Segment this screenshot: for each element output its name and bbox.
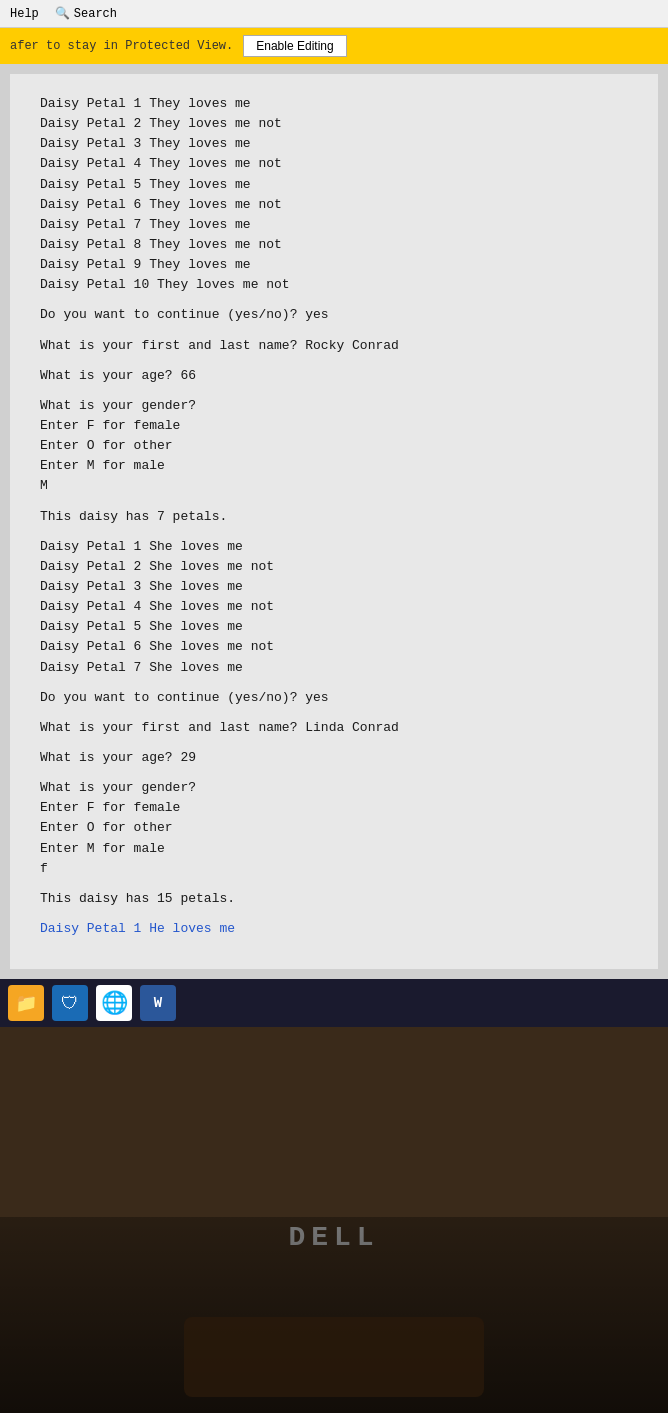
protected-view-message: afer to stay in Protected View. bbox=[10, 39, 233, 53]
petal-line-10: Daisy Petal 10 They loves me not bbox=[40, 275, 628, 295]
she-petal-line-1: Daisy Petal 1 She loves me bbox=[40, 537, 628, 557]
document-page: Daisy Petal 1 They loves me Daisy Petal … bbox=[10, 74, 658, 969]
continue-prompt-1: Do you want to continue (yes/no)? yes bbox=[40, 305, 628, 325]
gender-m-2: Enter M for male bbox=[40, 839, 628, 859]
petals-count-2: This daisy has 15 petals. bbox=[40, 889, 628, 909]
she-petal-line-2: Daisy Petal 2 She loves me not bbox=[40, 557, 628, 577]
protected-view-bar: afer to stay in Protected View. Enable E… bbox=[0, 28, 668, 64]
gender-o-2: Enter O for other bbox=[40, 818, 628, 838]
taskbar-security-icon[interactable]: 🛡 bbox=[52, 985, 88, 1021]
document-area: Daisy Petal 1 They loves me Daisy Petal … bbox=[0, 64, 668, 979]
gender-answer-2: f bbox=[40, 859, 628, 879]
gender-prompt-1: What is your gender? bbox=[40, 396, 628, 416]
menu-bar: Help 🔍 Search bbox=[0, 0, 668, 28]
age-prompt-2: What is your age? 29 bbox=[40, 748, 628, 768]
keyboard-silhouette bbox=[184, 1317, 484, 1397]
folder-icon-glyph: 📁 bbox=[15, 992, 37, 1014]
she-petal-line-7: Daisy Petal 7 She loves me bbox=[40, 658, 628, 678]
she-petal-line-6: Daisy Petal 6 She loves me not bbox=[40, 637, 628, 657]
age-prompt-1: What is your age? 66 bbox=[40, 366, 628, 386]
taskbar-chrome-icon[interactable]: 🌐 bbox=[96, 985, 132, 1021]
petal-line-7: Daisy Petal 7 They loves me bbox=[40, 215, 628, 235]
chrome-icon-glyph: 🌐 bbox=[101, 990, 128, 1017]
petal-line-8: Daisy Petal 8 They loves me not bbox=[40, 235, 628, 255]
gender-o-1: Enter O for other bbox=[40, 436, 628, 456]
petal-line-5: Daisy Petal 5 They loves me bbox=[40, 175, 628, 195]
gender-answer-1: M bbox=[40, 476, 628, 496]
gender-f-1: Enter F for female bbox=[40, 416, 628, 436]
security-icon-glyph: 🛡 bbox=[61, 993, 79, 1014]
word-icon-label: W bbox=[154, 995, 162, 1011]
she-petal-line-4: Daisy Petal 4 She loves me not bbox=[40, 597, 628, 617]
taskbar-folder-icon[interactable]: 📁 bbox=[8, 985, 44, 1021]
petal-line-2: Daisy Petal 2 They loves me not bbox=[40, 114, 628, 134]
petal-line-6: Daisy Petal 6 They loves me not bbox=[40, 195, 628, 215]
gender-m-1: Enter M for male bbox=[40, 456, 628, 476]
help-menu[interactable]: Help bbox=[10, 7, 39, 21]
petal-line-1: Daisy Petal 1 They loves me bbox=[40, 94, 628, 114]
name-prompt-2: What is your first and last name? Linda … bbox=[40, 718, 628, 738]
petal-line-4: Daisy Petal 4 They loves me not bbox=[40, 154, 628, 174]
document-content: Daisy Petal 1 They loves me Daisy Petal … bbox=[40, 94, 628, 939]
petal-line-3: Daisy Petal 3 They loves me bbox=[40, 134, 628, 154]
petals-count-1: This daisy has 7 petals. bbox=[40, 507, 628, 527]
gender-prompt-2: What is your gender? bbox=[40, 778, 628, 798]
gender-f-2: Enter F for female bbox=[40, 798, 628, 818]
monitor-area: DELL bbox=[0, 1027, 668, 1413]
search-menu[interactable]: 🔍 Search bbox=[55, 6, 117, 21]
petal-line-9: Daisy Petal 9 They loves me bbox=[40, 255, 628, 275]
search-icon: 🔍 bbox=[55, 6, 70, 21]
taskbar: 📁 🛡 🌐 W bbox=[0, 979, 668, 1027]
taskbar-word-icon[interactable]: W bbox=[140, 985, 176, 1021]
enable-editing-button[interactable]: Enable Editing bbox=[243, 35, 346, 57]
continue-prompt-2: Do you want to continue (yes/no)? yes bbox=[40, 688, 628, 708]
last-petal-line: Daisy Petal 1 He loves me bbox=[40, 919, 628, 939]
she-petal-line-3: Daisy Petal 3 She loves me bbox=[40, 577, 628, 597]
name-prompt-1: What is your first and last name? Rocky … bbox=[40, 336, 628, 356]
she-petal-line-5: Daisy Petal 5 She loves me bbox=[40, 617, 628, 637]
